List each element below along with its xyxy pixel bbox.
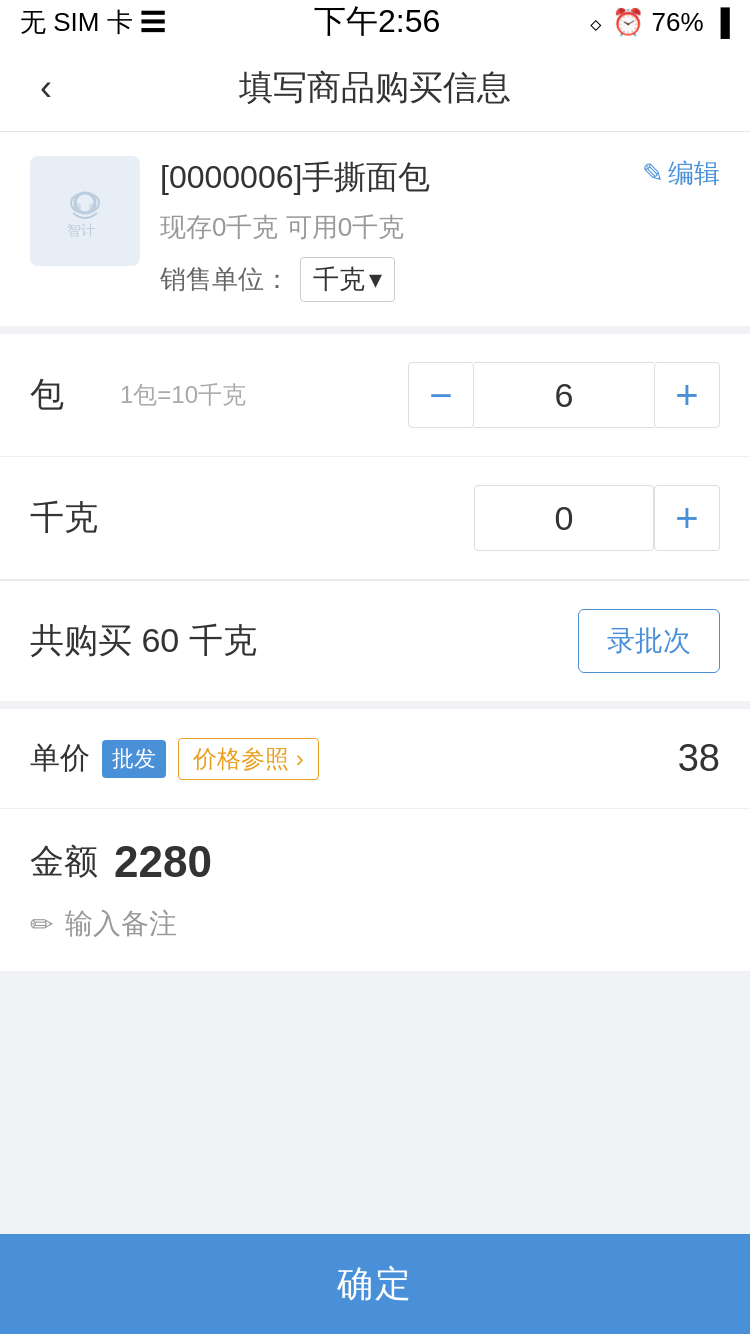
status-right: ⬦ ⏰ 76% ▐ [588,7,730,38]
battery-percent: 76% [652,7,704,38]
increment-button-kg[interactable]: + [654,485,720,551]
quantity-section: 包 1包=10千克 − + 千克 + [0,334,750,581]
svg-text:智计: 智计 [67,222,95,238]
unit-dropdown[interactable]: 千克 ▾ [300,257,395,302]
content-area: 智计 [0000006]手撕面包 ✎ 编辑 现存0千克 可用0千克 销售单位： … [0,132,750,1234]
decrement-button-bao[interactable]: − [408,362,474,428]
product-info: [0000006]手撕面包 ✎ 编辑 现存0千克 可用0千克 销售单位： 千克 … [160,156,720,302]
dropdown-arrow-icon: ▾ [369,264,382,295]
spacer [0,971,750,1234]
status-left: 无 SIM 卡 ☰ [20,5,166,40]
product-header-row: [0000006]手撕面包 ✎ 编辑 [160,156,720,210]
product-name: [0000006]手撕面包 [160,156,430,200]
status-time: 下午2:56 [314,0,440,44]
note-row[interactable]: ✏ 输入备注 [30,905,720,943]
price-section: 单价 批发 价格参照 › 38 [0,709,750,809]
edit-label: 编辑 [668,156,720,191]
note-icon: ✏ [30,908,53,941]
edit-button[interactable]: ✎ 编辑 [642,156,720,191]
note-placeholder: 输入备注 [65,905,177,943]
amount-value: 2280 [114,837,212,887]
quantity-hint-bao: 1包=10千克 [120,379,408,411]
price-value: 38 [678,737,720,780]
unit-value: 千克 [313,262,365,297]
price-label: 单价 [30,738,90,779]
amount-label: 金额 [30,839,98,885]
batch-button[interactable]: 录批次 [578,609,720,673]
price-reference-button[interactable]: 价格参照 › [178,738,319,780]
battery-icon: ⬦ ⏰ [588,7,643,38]
quantity-label-bao: 包 [30,372,110,418]
product-placeholder-icon: 智计 [55,181,115,241]
nav-bar: ‹ 填写商品购买信息 [0,44,750,132]
quantity-input-bao[interactable] [474,362,654,428]
increment-button-bao[interactable]: + [654,362,720,428]
product-image: 智计 [30,156,140,266]
quantity-control-kg: + [474,485,720,551]
page-title: 填写商品购买信息 [239,65,511,111]
amount-section: 金额 2280 ✏ 输入备注 [0,809,750,971]
product-stock: 现存0千克 可用0千克 [160,210,720,245]
price-left: 单价 批发 价格参照 › [30,738,319,780]
product-card: 智计 [0000006]手撕面包 ✎ 编辑 现存0千克 可用0千克 销售单位： … [0,132,750,334]
quantity-label-kg: 千克 [30,495,110,541]
amount-row: 金额 2280 [30,837,720,887]
back-button[interactable]: ‹ [30,57,62,119]
total-section: 共购买 60 千克 录批次 [0,581,750,709]
quantity-row-bao: 包 1包=10千克 − + [0,334,750,457]
total-text: 共购买 60 千克 [30,618,257,664]
edit-icon: ✎ [642,158,664,189]
unit-label: 销售单位： [160,262,290,297]
quantity-input-kg[interactable] [474,485,654,551]
price-tag-badge: 批发 [102,740,166,778]
product-unit-row: 销售单位： 千克 ▾ [160,257,720,302]
quantity-row-kg: 千克 + [0,457,750,580]
quantity-control-bao: − + [408,362,720,428]
status-bar: 无 SIM 卡 ☰ 下午2:56 ⬦ ⏰ 76% ▐ [0,0,750,44]
battery-bar: ▐ [712,7,730,38]
confirm-button[interactable]: 确定 [0,1234,750,1334]
